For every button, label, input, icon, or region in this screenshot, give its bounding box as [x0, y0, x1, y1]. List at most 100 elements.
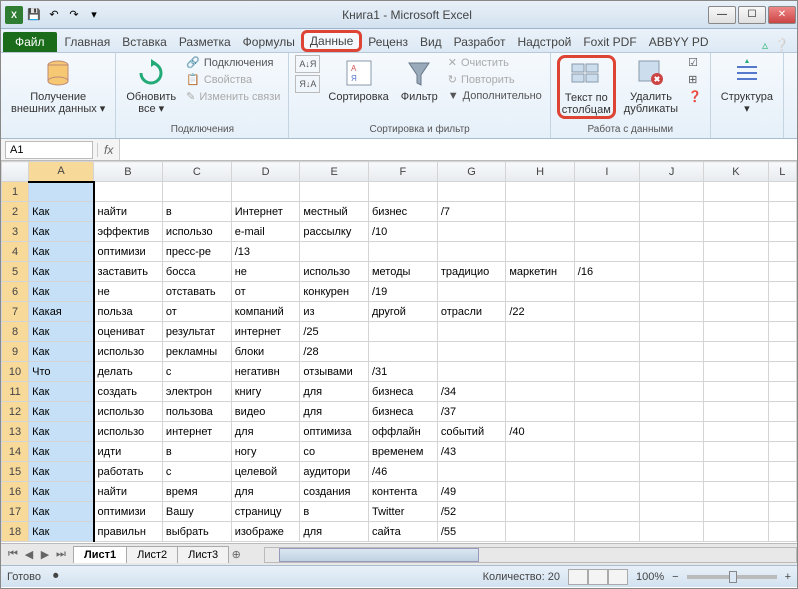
cell-J9[interactable]: [640, 342, 704, 362]
col-header-A[interactable]: A: [29, 162, 94, 182]
consolidate-button[interactable]: ⊞: [686, 72, 704, 87]
cell-B12[interactable]: использо: [94, 402, 163, 422]
cell-H14[interactable]: [506, 442, 574, 462]
cell-E6[interactable]: конкурен: [300, 282, 369, 302]
cell-C15[interactable]: с: [162, 462, 231, 482]
cell-E8[interactable]: /25: [300, 322, 369, 342]
tab-abbyy[interactable]: ABBYY PD: [643, 32, 715, 52]
row-header-12[interactable]: 12: [2, 402, 29, 422]
cell-G7[interactable]: отрасли: [437, 302, 506, 322]
cell-D16[interactable]: для: [231, 482, 300, 502]
zoom-in-button[interactable]: +: [785, 571, 791, 583]
cell-K7[interactable]: [704, 302, 768, 322]
tab-formulas[interactable]: Формулы: [237, 32, 301, 52]
qat-dropdown-icon[interactable]: ▾: [85, 6, 103, 24]
outline-button[interactable]: Структура ▾: [717, 55, 777, 117]
cell-F6[interactable]: /19: [368, 282, 437, 302]
cell-B8[interactable]: оцениват: [94, 322, 163, 342]
cell-D13[interactable]: для: [231, 422, 300, 442]
row-header-2[interactable]: 2: [2, 202, 29, 222]
cell-B11[interactable]: создать: [94, 382, 163, 402]
cell-H6[interactable]: [506, 282, 574, 302]
cell-J5[interactable]: [640, 262, 704, 282]
col-header-J[interactable]: J: [640, 162, 704, 182]
cell-H11[interactable]: [506, 382, 574, 402]
cell-A4[interactable]: Как: [29, 242, 94, 262]
cell-F13[interactable]: оффлайн: [368, 422, 437, 442]
cell-C18[interactable]: выбрать: [162, 522, 231, 542]
zoom-out-button[interactable]: −: [672, 571, 678, 583]
cell-A18[interactable]: Как: [29, 522, 94, 542]
tab-view[interactable]: Вид: [414, 32, 448, 52]
row-header-17[interactable]: 17: [2, 502, 29, 522]
cell-F16[interactable]: контента: [368, 482, 437, 502]
cell-H16[interactable]: [506, 482, 574, 502]
data-validation-button[interactable]: ☑: [686, 55, 704, 70]
cell-H10[interactable]: [506, 362, 574, 382]
cell-A8[interactable]: Как: [29, 322, 94, 342]
row-header-9[interactable]: 9: [2, 342, 29, 362]
row-header-4[interactable]: 4: [2, 242, 29, 262]
help-icon[interactable]: ❔: [774, 38, 789, 52]
advanced-button[interactable]: ▼Дополнительно: [446, 89, 544, 103]
cell-L14[interactable]: [768, 442, 796, 462]
cell-H12[interactable]: [506, 402, 574, 422]
cell-E3[interactable]: рассылку: [300, 222, 369, 242]
cell-F12[interactable]: бизнеса: [368, 402, 437, 422]
tab-nav-next[interactable]: ▶: [37, 548, 53, 561]
cell-C12[interactable]: пользова: [162, 402, 231, 422]
cell-B16[interactable]: найти: [94, 482, 163, 502]
cell-E9[interactable]: /28: [300, 342, 369, 362]
cell-H2[interactable]: [506, 202, 574, 222]
cell-L10[interactable]: [768, 362, 796, 382]
cell-G15[interactable]: [437, 462, 506, 482]
tab-addins[interactable]: Надстрой: [511, 32, 577, 52]
cell-A9[interactable]: Как: [29, 342, 94, 362]
save-icon[interactable]: 💾: [25, 6, 43, 24]
cell-H4[interactable]: [506, 242, 574, 262]
cell-I4[interactable]: [574, 242, 639, 262]
cell-C1[interactable]: [162, 182, 231, 202]
cell-J17[interactable]: [640, 502, 704, 522]
row-header-3[interactable]: 3: [2, 222, 29, 242]
cell-L17[interactable]: [768, 502, 796, 522]
cell-B14[interactable]: идти: [94, 442, 163, 462]
cell-F5[interactable]: методы: [368, 262, 437, 282]
minimize-button[interactable]: —: [708, 6, 736, 24]
cell-A14[interactable]: Как: [29, 442, 94, 462]
tab-review[interactable]: Реценз: [362, 32, 414, 52]
remove-duplicates-button[interactable]: Удалить дубликаты: [620, 55, 682, 117]
cell-A6[interactable]: Как: [29, 282, 94, 302]
cell-K2[interactable]: [704, 202, 768, 222]
cell-A7[interactable]: Какая: [29, 302, 94, 322]
maximize-button[interactable]: ☐: [738, 6, 766, 24]
cell-C14[interactable]: в: [162, 442, 231, 462]
cell-H15[interactable]: [506, 462, 574, 482]
horizontal-scrollbar[interactable]: [264, 547, 797, 563]
cell-C5[interactable]: босса: [162, 262, 231, 282]
cell-I10[interactable]: [574, 362, 639, 382]
cell-L16[interactable]: [768, 482, 796, 502]
cell-B18[interactable]: правильн: [94, 522, 163, 542]
col-header-C[interactable]: C: [162, 162, 231, 182]
cell-F17[interactable]: Twitter: [368, 502, 437, 522]
cell-H7[interactable]: /22: [506, 302, 574, 322]
cell-F1[interactable]: [368, 182, 437, 202]
cell-I6[interactable]: [574, 282, 639, 302]
col-header-F[interactable]: F: [368, 162, 437, 182]
cell-E18[interactable]: для: [300, 522, 369, 542]
cell-B9[interactable]: использо: [94, 342, 163, 362]
cell-I17[interactable]: [574, 502, 639, 522]
cell-I15[interactable]: [574, 462, 639, 482]
cell-J8[interactable]: [640, 322, 704, 342]
cell-D9[interactable]: блоки: [231, 342, 300, 362]
cell-L18[interactable]: [768, 522, 796, 542]
row-header-8[interactable]: 8: [2, 322, 29, 342]
row-header-11[interactable]: 11: [2, 382, 29, 402]
cell-L5[interactable]: [768, 262, 796, 282]
cell-K18[interactable]: [704, 522, 768, 542]
cell-H13[interactable]: /40: [506, 422, 574, 442]
cell-D2[interactable]: Интернет: [231, 202, 300, 222]
cell-C16[interactable]: время: [162, 482, 231, 502]
cell-F4[interactable]: [368, 242, 437, 262]
